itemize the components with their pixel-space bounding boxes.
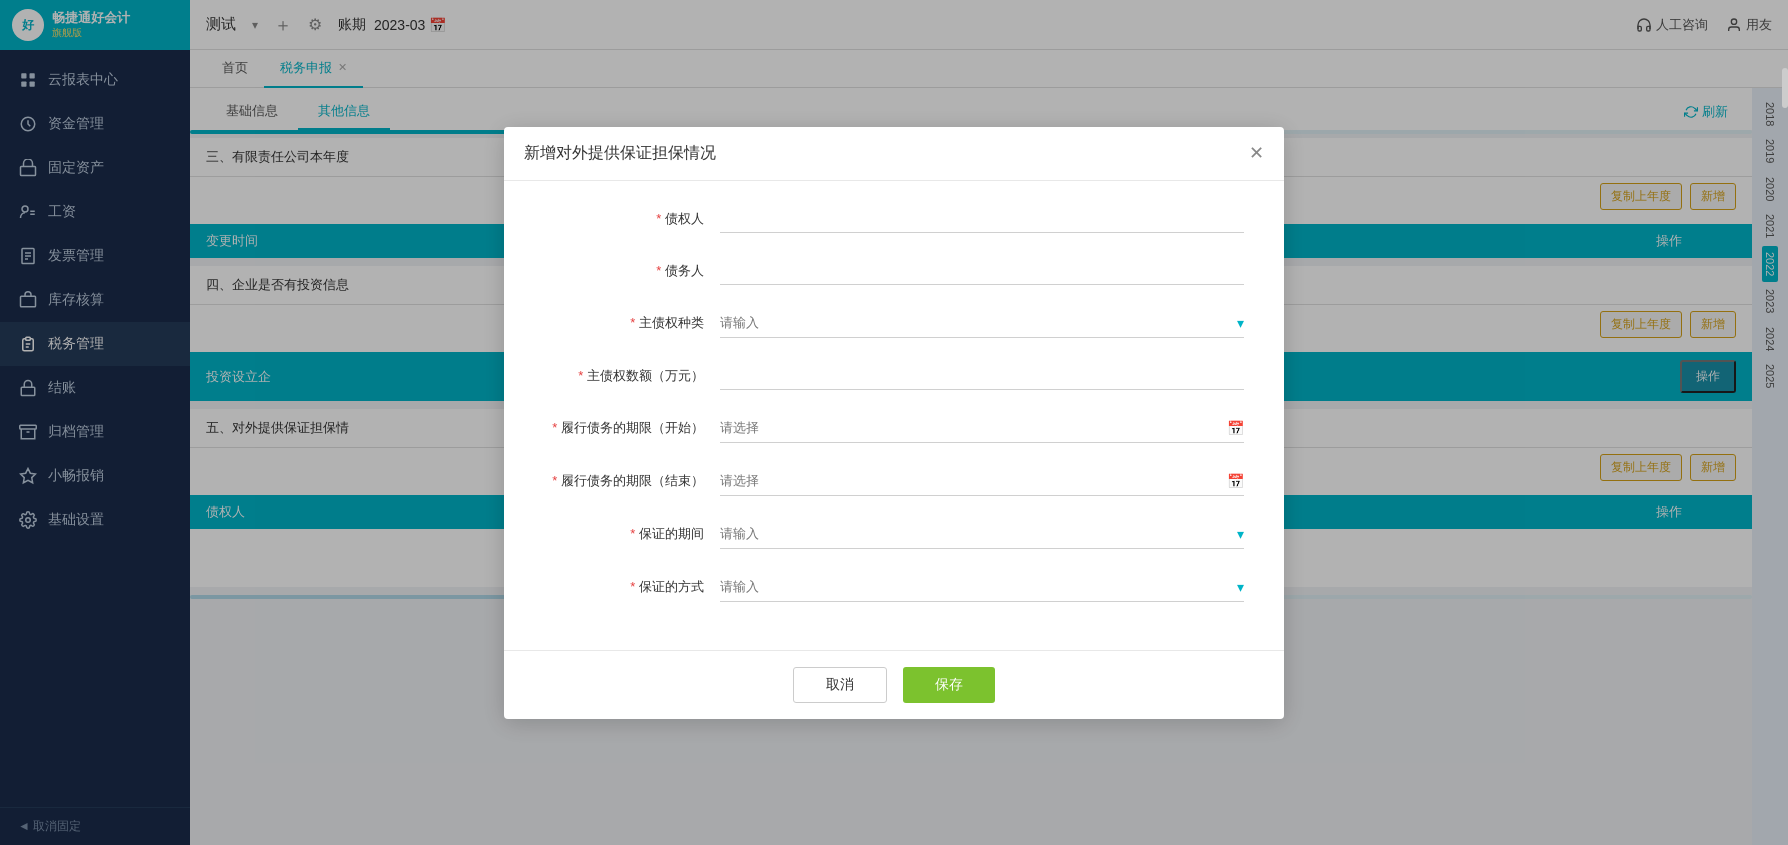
guarantee-method-arrow-icon[interactable]: ▾ [1237,579,1244,595]
period-end-input[interactable] [720,473,1227,488]
modal-close-button[interactable]: ✕ [1249,144,1264,162]
period-start-datepicker[interactable]: 📅 [720,414,1244,443]
field-debtor-label: * 债务人 [544,262,704,280]
guarantee-period-input[interactable] [720,526,1237,541]
period-end-calendar-icon[interactable]: 📅 [1227,473,1244,489]
field-claim-type-row: * 主债权种类 ▾ [544,309,1244,338]
period-start-input[interactable] [720,420,1227,435]
creditor-input[interactable] [720,205,1244,233]
field-claim-amount-row: * 主债权数额（万元） [544,362,1244,390]
modal: 新增对外提供保证担保情况 ✕ * 债权人 * 债务人 [504,127,1284,719]
field-debtor-row: * 债务人 [544,257,1244,285]
debtor-input[interactable] [720,257,1244,285]
field-guarantee-method-row: * 保证的方式 ▾ [544,573,1244,602]
field-claim-amount-label: * 主债权数额（万元） [544,367,704,385]
field-creditor-row: * 债权人 [544,205,1244,233]
save-button[interactable]: 保存 [903,667,995,703]
modal-footer: 取消 保存 [504,650,1284,719]
field-period-end-label: * 履行债务的期限（结束） [544,472,704,490]
period-end-datepicker[interactable]: 📅 [720,467,1244,496]
claim-type-input[interactable] [720,315,1237,330]
guarantee-method-select[interactable]: ▾ [720,573,1244,602]
guarantee-period-select[interactable]: ▾ [720,520,1244,549]
field-creditor-label: * 债权人 [544,210,704,228]
guarantee-period-arrow-icon[interactable]: ▾ [1237,526,1244,542]
field-guarantee-period-row: * 保证的期间 ▾ [544,520,1244,549]
field-claim-type-label: * 主债权种类 [544,314,704,332]
field-guarantee-period-label: * 保证的期间 [544,525,704,543]
claim-type-select[interactable]: ▾ [720,309,1244,338]
modal-body: * 债权人 * 债务人 * 主债权种类 [504,181,1284,650]
cancel-button[interactable]: 取消 [793,667,887,703]
period-start-calendar-icon[interactable]: 📅 [1227,420,1244,436]
claim-amount-input[interactable] [720,362,1244,390]
guarantee-method-input[interactable] [720,579,1237,594]
field-guarantee-method-label: * 保证的方式 [544,578,704,596]
modal-title: 新增对外提供保证担保情况 [524,143,716,164]
modal-overlay: 新增对外提供保证担保情况 ✕ * 债权人 * 债务人 [0,0,1788,845]
field-period-start-row: * 履行债务的期限（开始） 📅 [544,414,1244,443]
modal-header: 新增对外提供保证担保情况 ✕ [504,127,1284,181]
field-period-start-label: * 履行债务的期限（开始） [544,419,704,437]
claim-type-arrow-icon[interactable]: ▾ [1237,315,1244,331]
field-period-end-row: * 履行债务的期限（结束） 📅 [544,467,1244,496]
